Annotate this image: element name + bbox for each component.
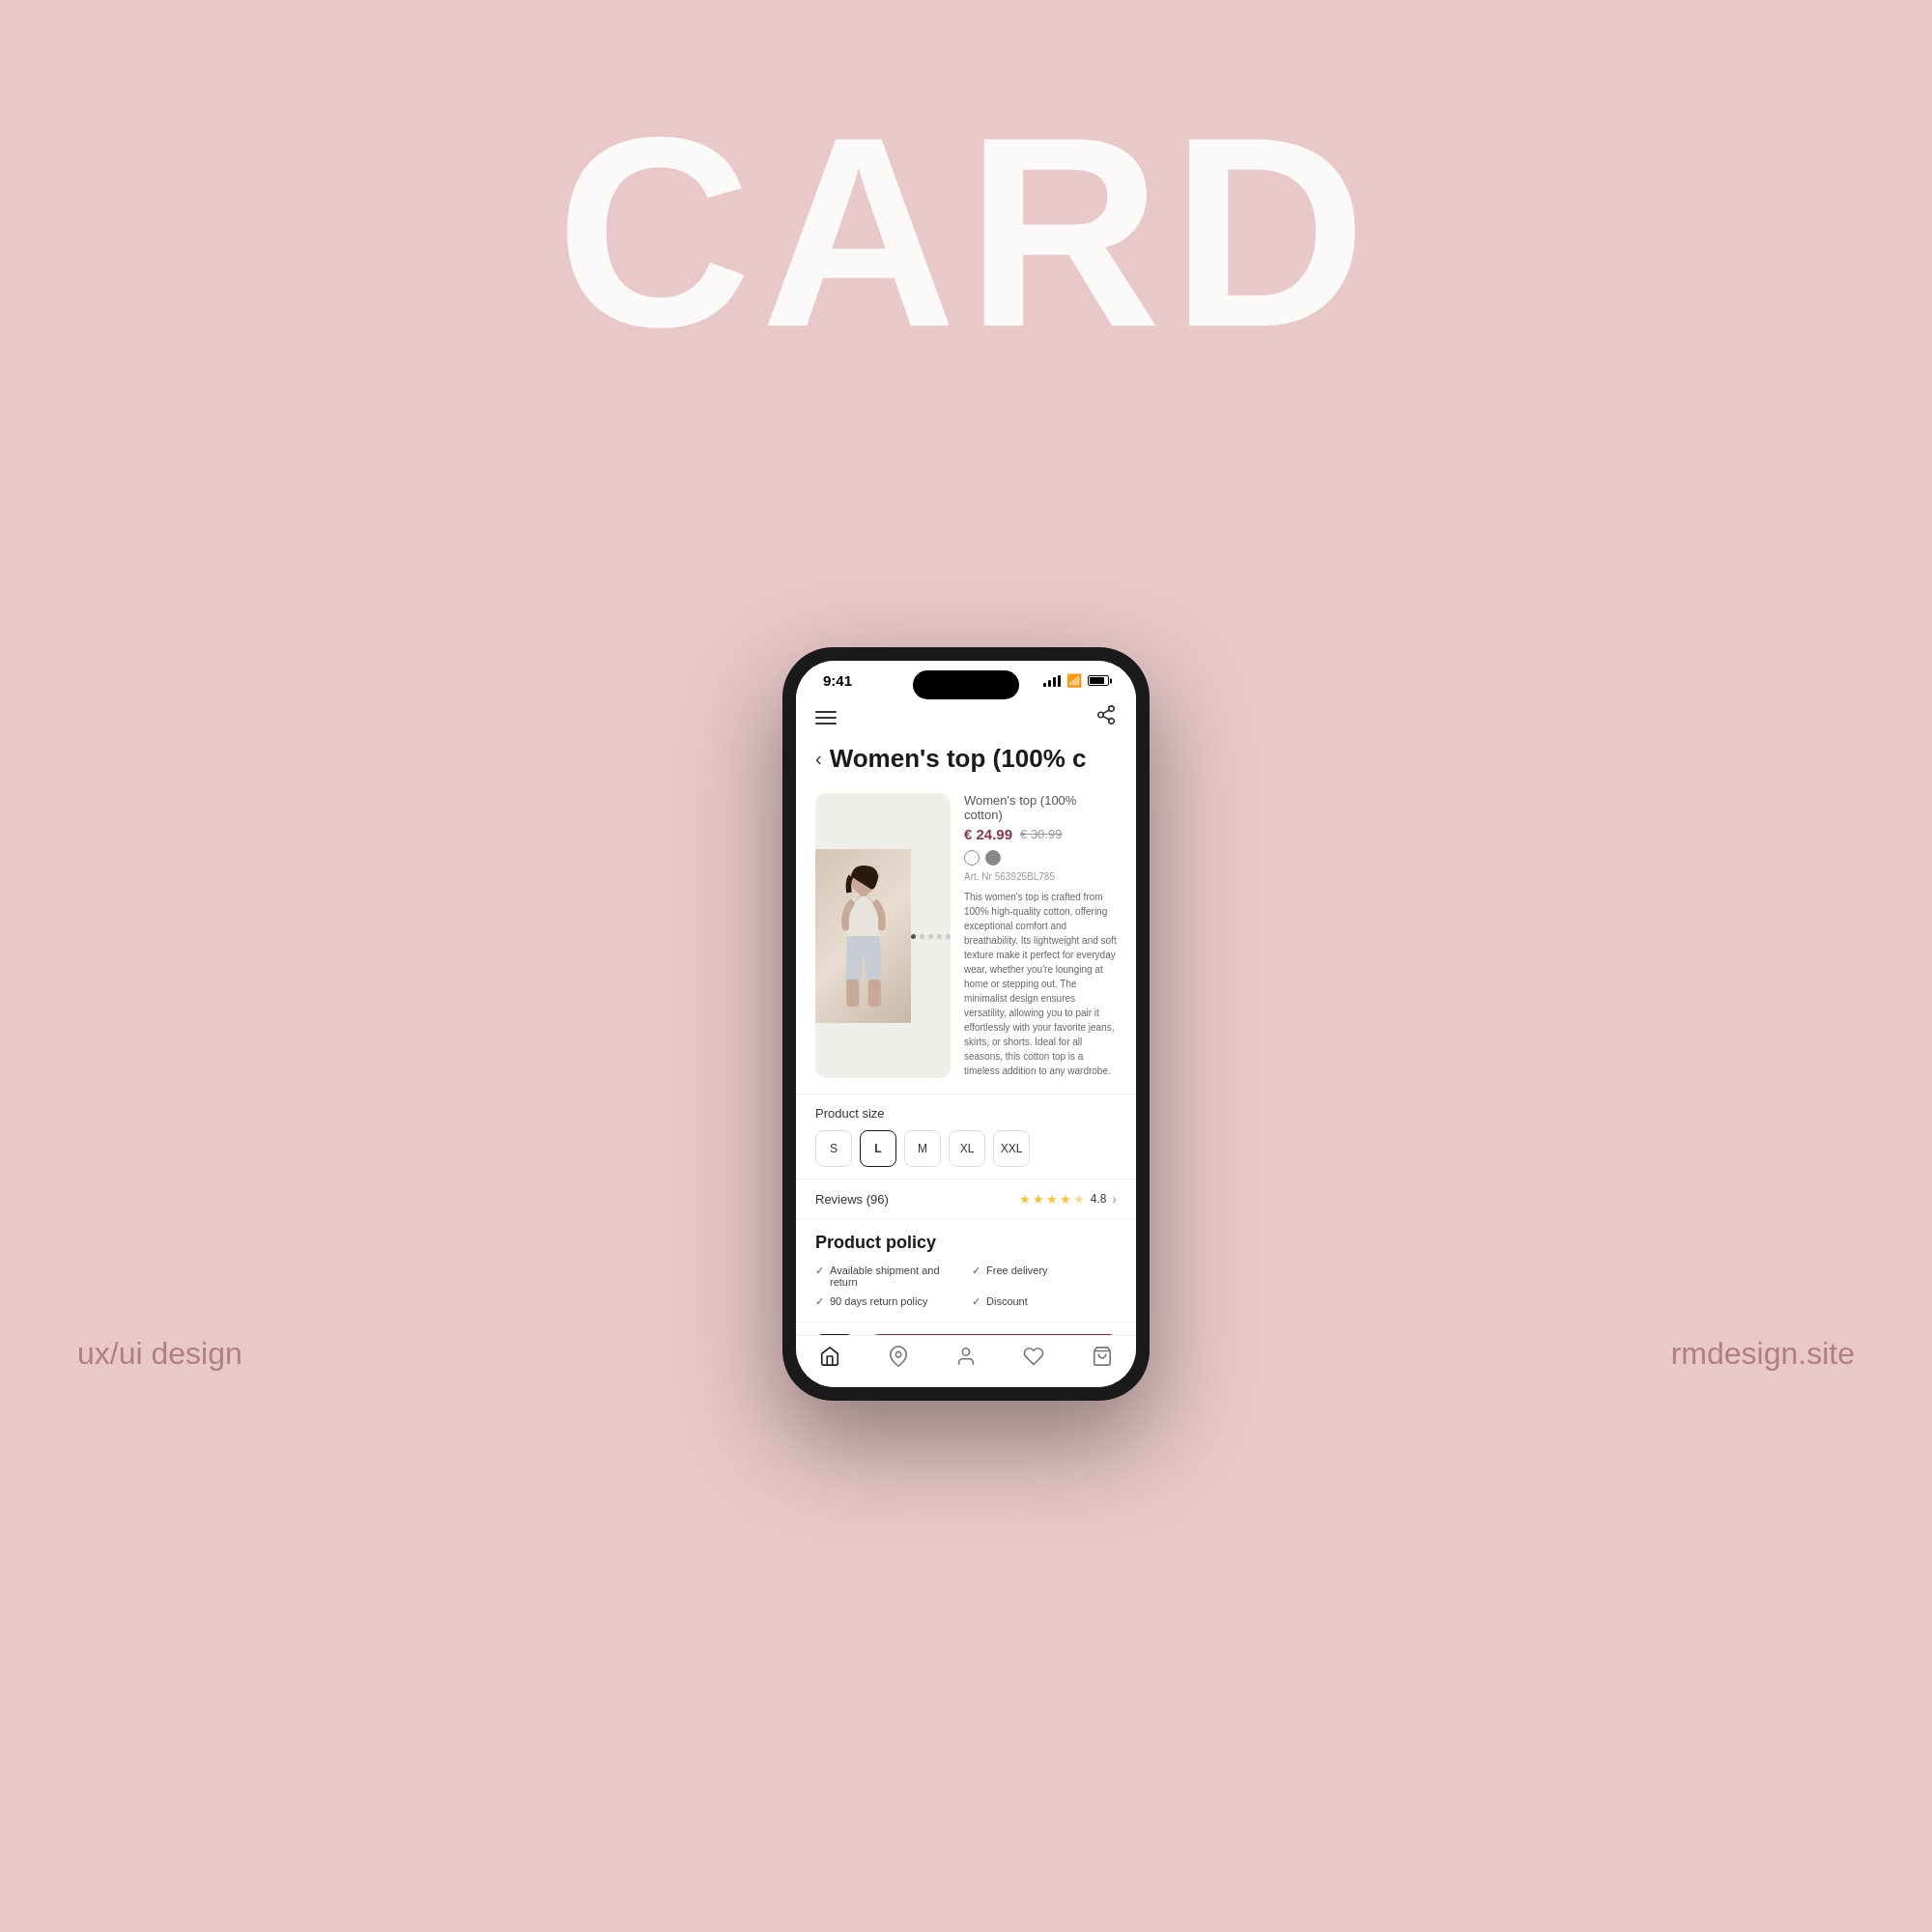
nav-location[interactable]: [888, 1346, 909, 1372]
svg-line-4: [1103, 710, 1109, 714]
product-description: This women's top is crafted from 100% hi…: [964, 890, 1117, 1078]
color-swatch-gray[interactable]: [985, 850, 1001, 866]
dynamic-island: [913, 670, 1019, 699]
signal-icon: [1043, 675, 1061, 687]
size-btn-xxl[interactable]: XXL: [993, 1130, 1030, 1167]
size-btn-s[interactable]: S: [815, 1130, 852, 1167]
wifi-icon: 📶: [1066, 673, 1082, 688]
headline-text: CARD: [556, 77, 1377, 387]
nav-home[interactable]: [819, 1346, 840, 1372]
size-buttons: S L M XL XXL: [815, 1130, 1117, 1167]
app-content: ‹ Women's top (100% c: [796, 693, 1136, 1335]
back-button[interactable]: ‹: [815, 748, 822, 770]
reviews-right: ★ ★ ★ ★ ★ 4.8 ›: [1019, 1191, 1117, 1207]
product-section: Women's top (100% cotton) € 24.99 € 30.9…: [796, 785, 1136, 1094]
svg-line-3: [1103, 716, 1109, 720]
product-name: Women's top (100% cotton): [964, 793, 1117, 822]
page-title: Women's top (100% c: [830, 744, 1087, 774]
stars: ★ ★ ★ ★ ★: [1019, 1192, 1085, 1207]
check-icon-1: ✓: [815, 1264, 824, 1277]
nav-bag[interactable]: [1092, 1346, 1113, 1372]
phone-frame: 9:41 📶: [782, 647, 1150, 1401]
policy-item-4: ✓ Discount: [972, 1295, 1117, 1308]
policy-item-3: ✓ 90 days return policy: [815, 1295, 960, 1308]
policy-item-1: ✓ Available shipment and return: [815, 1264, 960, 1288]
status-icons: 📶: [1043, 673, 1109, 688]
size-btn-m[interactable]: M: [904, 1130, 941, 1167]
product-image: [815, 849, 911, 1023]
art-number: Art. Nr 563925BL785: [964, 871, 1117, 882]
image-dots: [911, 928, 951, 943]
size-label: Product size: [815, 1106, 1117, 1121]
check-icon-3: ✓: [815, 1295, 824, 1308]
policy-text-2: Free delivery: [986, 1264, 1048, 1276]
product-figure: [825, 864, 902, 1009]
bottom-action-bar: ♥ Add to Cart: [796, 1321, 1136, 1335]
phone-inner: 9:41 📶: [796, 661, 1136, 1387]
size-btn-xl[interactable]: XL: [949, 1130, 985, 1167]
status-time: 9:41: [823, 672, 852, 689]
side-label-left: ux/ui design: [77, 1336, 242, 1372]
product-image-container: [815, 793, 951, 1078]
svg-point-12: [962, 1349, 969, 1355]
top-nav: [796, 693, 1136, 738]
bottom-nav: [796, 1335, 1136, 1387]
share-button[interactable]: [1095, 704, 1117, 730]
price-current: € 24.99: [964, 826, 1012, 842]
check-icon-4: ✓: [972, 1295, 980, 1308]
policy-grid: ✓ Available shipment and return ✓ Free d…: [815, 1264, 1117, 1308]
battery-icon: [1088, 675, 1109, 686]
product-info: Women's top (100% cotton) € 24.99 € 30.9…: [964, 793, 1117, 1078]
chevron-right-icon: ›: [1112, 1191, 1117, 1207]
color-swatch-white[interactable]: [964, 850, 980, 866]
policy-title: Product policy: [815, 1233, 1117, 1253]
price-row: € 24.99 € 30.99: [964, 826, 1117, 842]
status-bar: 9:41 📶: [796, 661, 1136, 693]
hamburger-menu[interactable]: [815, 711, 837, 724]
policy-text-1: Available shipment and return: [830, 1264, 960, 1288]
reviews-section[interactable]: Reviews (96) ★ ★ ★ ★ ★ 4.8 ›: [796, 1179, 1136, 1218]
policy-item-2: ✓ Free delivery: [972, 1264, 1117, 1288]
page-title-row: ‹ Women's top (100% c: [796, 738, 1136, 785]
nav-heart[interactable]: [1023, 1346, 1044, 1372]
policy-text-3: 90 days return policy: [830, 1295, 928, 1307]
policy-section: Product policy ✓ Available shipment and …: [796, 1218, 1136, 1321]
price-original: € 30.99: [1020, 827, 1062, 841]
svg-rect-10: [867, 980, 880, 1007]
nav-person[interactable]: [955, 1346, 977, 1372]
reviews-label: Reviews (96): [815, 1192, 889, 1207]
size-btn-l[interactable]: L: [860, 1130, 896, 1167]
rating-number: 4.8: [1091, 1192, 1107, 1206]
policy-text-4: Discount: [986, 1295, 1028, 1307]
side-label-right: rmdesign.site: [1671, 1336, 1855, 1372]
svg-rect-9: [846, 980, 859, 1007]
color-swatches: [964, 850, 1117, 866]
size-section: Product size S L M XL XXL: [796, 1094, 1136, 1179]
svg-point-11: [895, 1351, 901, 1357]
check-icon-2: ✓: [972, 1264, 980, 1277]
